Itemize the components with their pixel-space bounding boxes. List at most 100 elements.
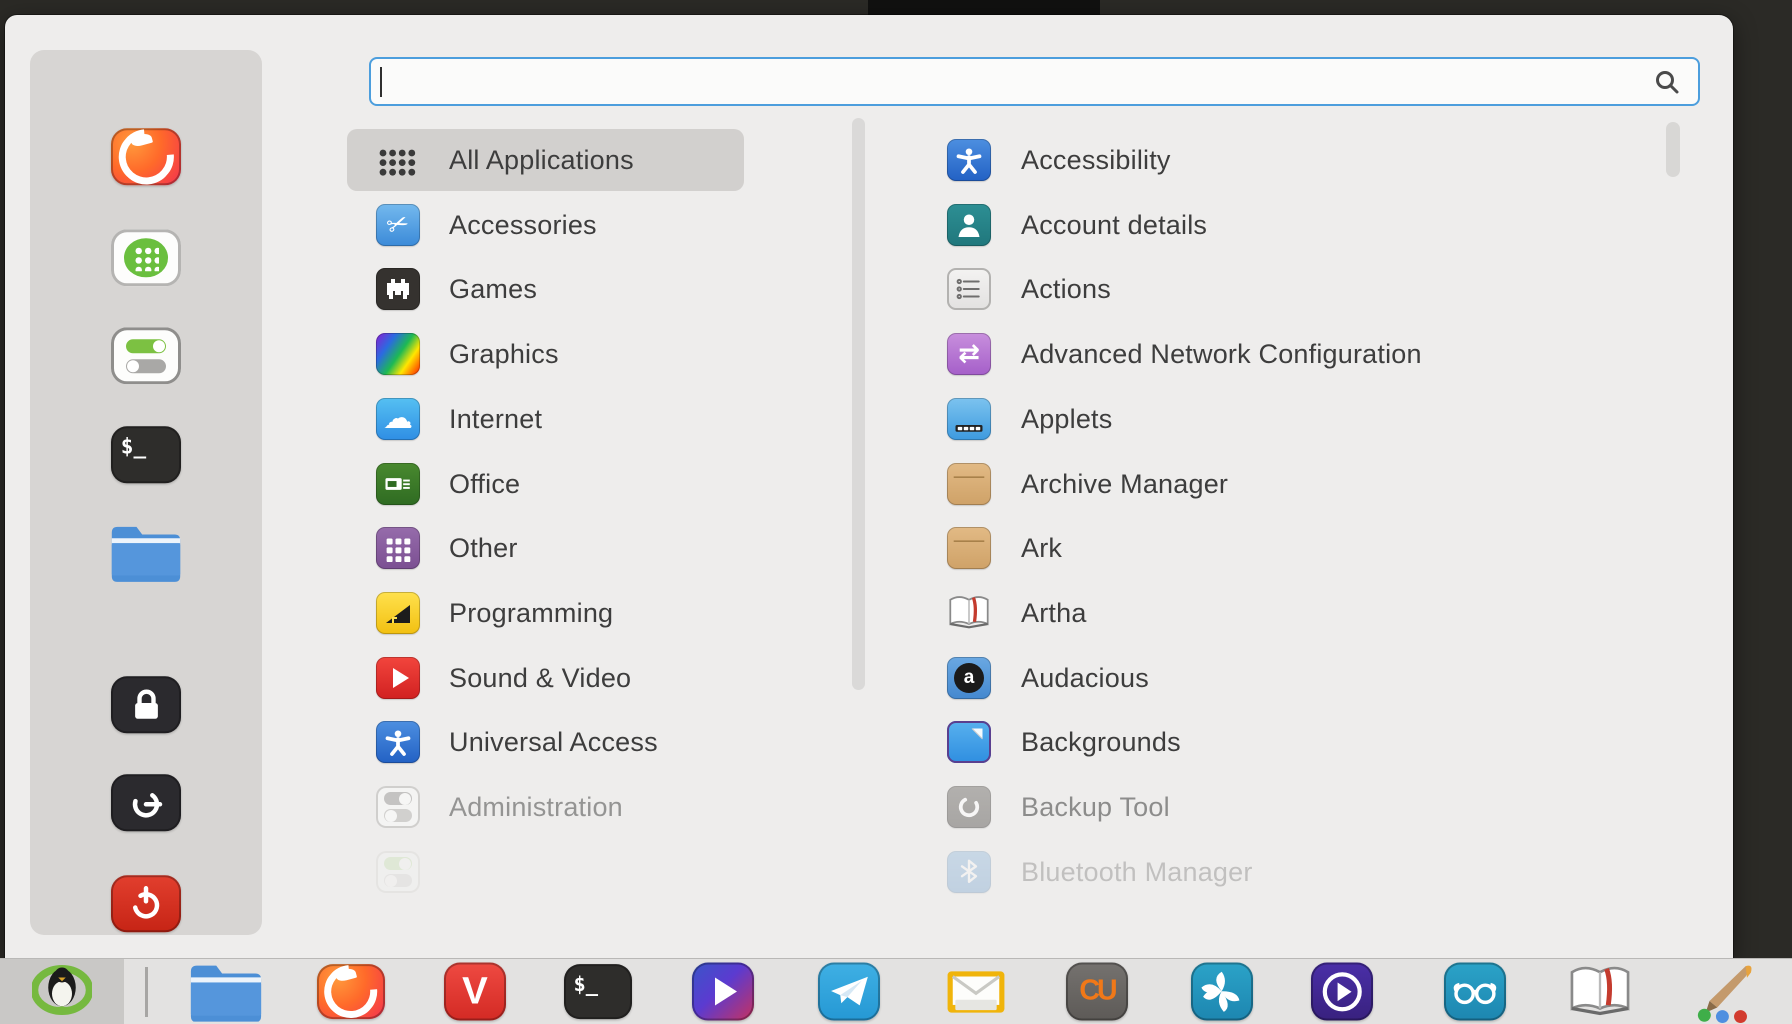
app-label: Artha [1021,597,1087,628]
app-item-advanced-network-configuration[interactable]: ⇄ Advanced Network Configuration [917,323,1617,385]
category-item-accessories[interactable]: ✂ Accessories [347,194,744,256]
applets-icon [945,395,993,443]
sidebar-button-shutdown[interactable] [111,875,181,933]
category-item-games[interactable]: Games [347,258,744,320]
pane-divider [852,118,865,690]
apps-scrollbar-thumb[interactable] [1666,122,1680,177]
taskbar-launcher-cudatext[interactable]: CU [1066,962,1128,1021]
app-item-account-details[interactable]: Account details [917,194,1617,256]
audacious-icon: a [945,654,993,702]
sidebar-button-system-settings[interactable] [111,327,181,385]
box-icon [945,460,993,508]
backgrounds-icon [945,718,993,766]
panel-separator [145,967,148,1017]
app-item-ark[interactable]: Ark [917,517,1617,579]
taskbar-launcher-pix[interactable] [1191,962,1253,1021]
all-apps-grid-icon [376,138,420,182]
category-label: Accessories [449,209,597,240]
taskbar-launcher-mail[interactable] [945,961,1007,1023]
menu-button[interactable] [0,959,124,1024]
sidebar-button-firefox[interactable] [111,128,181,186]
taskbar-launcher-vivaldi[interactable]: V [444,962,506,1021]
app-label: Bluetooth Manager [1021,856,1253,887]
app-item-applets[interactable]: Applets [917,388,1617,450]
app-label: Archive Manager [1021,468,1229,499]
app-item-accessibility[interactable]: Accessibility [917,129,1617,191]
taskbar-launcher-terminal[interactable]: $_ [564,963,632,1020]
logout-icon [111,774,181,832]
terminal-icon: $_ [111,426,181,484]
bluetooth-icon [945,848,993,896]
sidebar-button-logout[interactable] [111,774,181,832]
purple-grid-icon [376,526,420,570]
category-item-all-applications[interactable]: All Applications [347,129,744,191]
accessibility-icon [945,136,993,184]
taskbar-launcher-celluloid[interactable] [692,962,754,1021]
toggles-faded-icon [376,850,420,894]
desktop: $_ All Applications ✂ Accessories Games Grap… [0,0,1792,1024]
taskbar-launcher-files[interactable] [187,961,265,1022]
category-item-other[interactable]: Other [347,517,744,579]
office-icon [376,462,420,506]
category-item-internet[interactable]: ☁ Internet [347,388,744,450]
firefox-icon [111,128,181,186]
sidebar-button-lock-screen[interactable] [111,676,181,734]
sidebar-button-files[interactable] [108,523,184,587]
background-window-strip [868,0,1100,16]
pix-icon [1191,962,1253,1021]
setsquare-icon [376,591,420,635]
category-item-sound-video[interactable]: Sound & Video [347,647,744,709]
category-label: Programming [449,597,614,628]
category-item-hidden[interactable] [347,841,744,903]
taskbar-launcher-artha[interactable] [1567,959,1633,1024]
app-item-backgrounds[interactable]: Backgrounds [917,711,1617,773]
mint-tux-icon [30,960,94,1024]
taskbar-launcher-mpv[interactable] [1311,962,1373,1021]
mint-menu-window: $_ All Applications ✂ Accessories Games Grap… [5,15,1733,958]
rainbow-icon [376,332,420,376]
scissors-icon: ✂ [376,203,420,247]
taskbar-launcher-firefox[interactable] [317,963,385,1020]
app-item-audacious[interactable]: a Audacious [917,647,1617,709]
taskbar-launcher-telegram[interactable] [818,962,880,1021]
category-item-universal-access[interactable]: Universal Access [347,711,744,773]
category-label: Administration [449,791,623,822]
folder-icon [108,526,184,586]
folder-icon [187,961,265,1022]
mail-icon [945,961,1007,1023]
category-label: Internet [449,403,543,434]
toggles-gray-icon [376,785,420,829]
sidebar-button-software-manager[interactable] [111,229,181,287]
sidebar-button-terminal[interactable]: $_ [111,426,181,484]
app-label: Backup Tool [1021,791,1170,822]
book-icon [945,589,993,637]
terminal-icon: $_ [564,963,632,1020]
celluloid-icon [692,962,754,1021]
taskbar-launcher-xreader[interactable] [1444,962,1506,1021]
category-item-programming[interactable]: Programming [347,582,744,644]
actions-icon [945,265,993,313]
category-item-administration[interactable]: Administration [347,776,744,838]
firefox-icon [317,963,385,1020]
category-item-office[interactable]: Office [347,453,744,515]
app-item-backup-tool[interactable]: Backup Tool [917,776,1617,838]
app-item-archive-manager[interactable]: Archive Manager [917,453,1617,515]
settings-toggles-icon [111,327,181,385]
menu-sidebar: $_ [30,50,262,935]
taskbar-launcher-gimp[interactable] [1694,961,1756,1023]
search-input[interactable] [369,57,1700,106]
backup-icon [945,783,993,831]
app-item-bluetooth-manager[interactable]: Bluetooth Manager [917,841,1617,903]
software-manager-icon [111,229,181,287]
lock-icon [111,676,181,734]
category-label: Office [449,468,521,499]
app-label: Backgrounds [1021,726,1181,757]
xreader-icon [1444,962,1506,1021]
mpv-icon [1311,962,1373,1021]
category-item-graphics[interactable]: Graphics [347,323,744,385]
app-item-actions[interactable]: Actions [917,258,1617,320]
account-icon [945,201,993,249]
app-item-artha[interactable]: Artha [917,582,1617,644]
category-label: Sound & Video [449,662,632,693]
app-label: Audacious [1021,662,1149,693]
